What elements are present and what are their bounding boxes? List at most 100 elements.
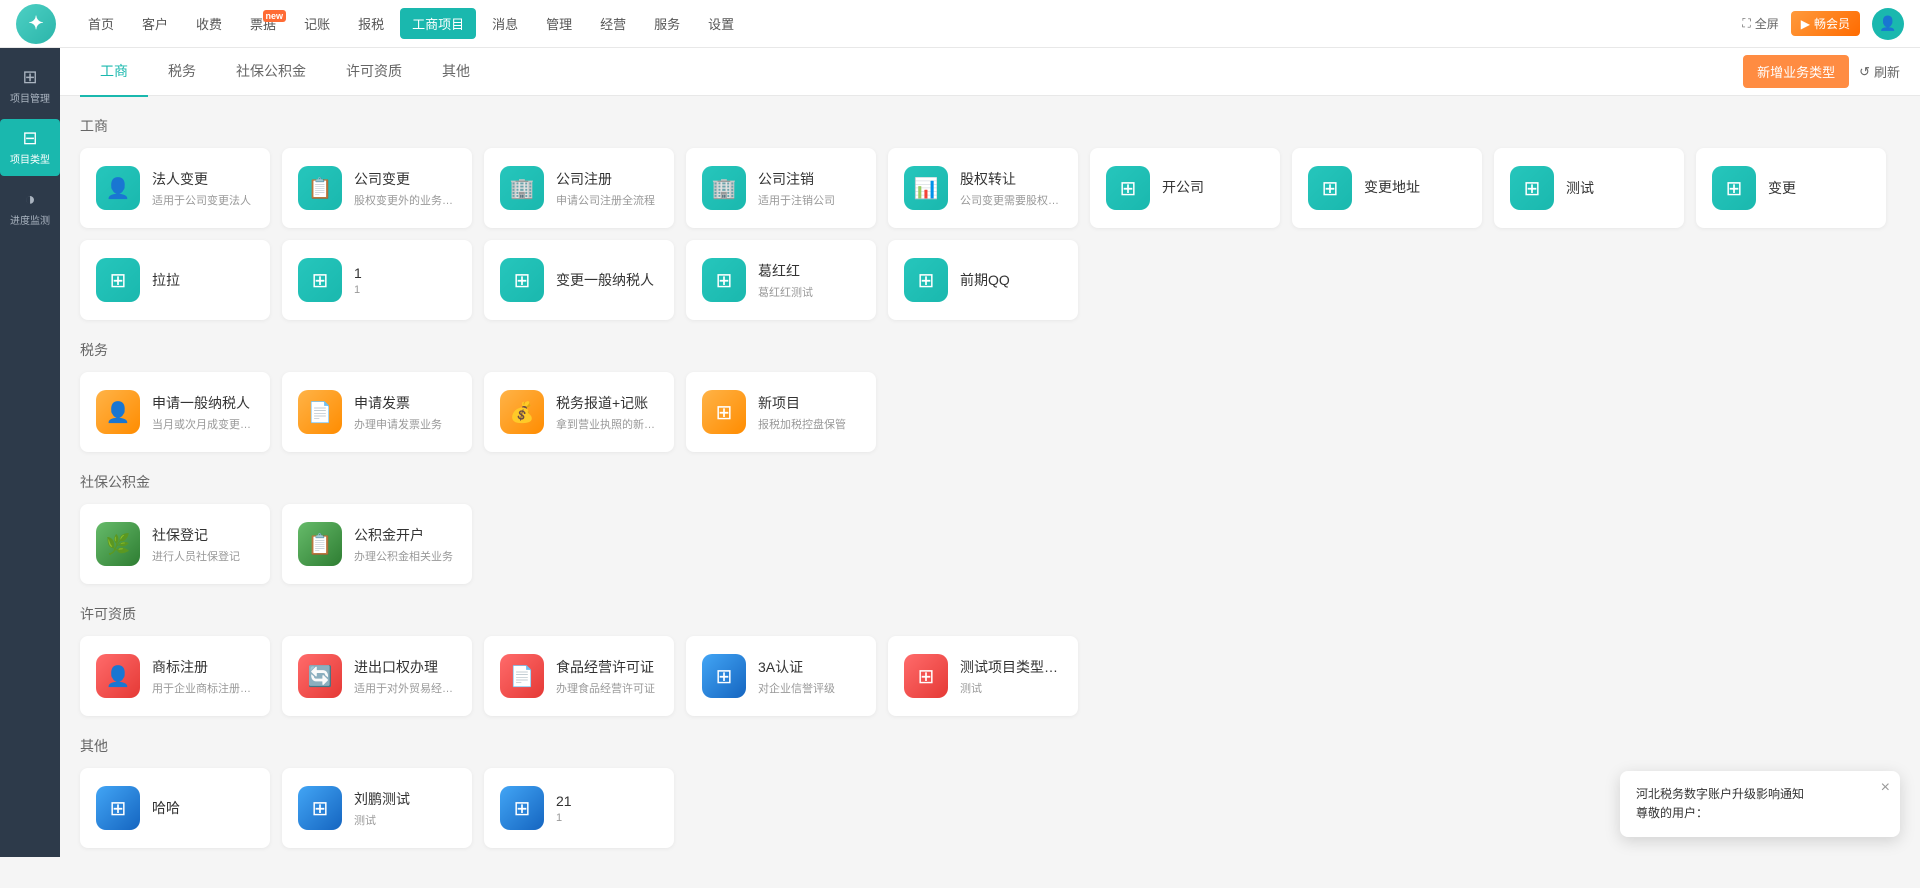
card-desc-trademark: 用于企业商标注册服务	[152, 680, 254, 696]
nav-accounts[interactable]: 记账	[292, 8, 342, 39]
project-manage-icon: ⊞	[22, 68, 37, 86]
card-icon-3a-cert: ⊞	[702, 654, 746, 698]
card-3a-cert[interactable]: ⊞ 3A认证 对企业信誉评级	[686, 636, 876, 716]
project-type-icon: ⊟	[22, 129, 37, 147]
card-icon-change-taxpayer: ⊞	[500, 258, 544, 302]
card-name-tax-report-account: 税务报道+记账	[556, 393, 658, 413]
card-name-trademark: 商标注册	[152, 657, 254, 677]
toast-close-button[interactable]: ×	[1881, 779, 1890, 797]
card-company-change[interactable]: 📋 公司变更 股权变更外的业务变更	[282, 148, 472, 228]
card-icon-haha: ⊞	[96, 786, 140, 830]
section-shuiwu-title: 税务	[80, 340, 1900, 360]
sidebar-item-label: 进度监测	[10, 212, 50, 227]
card-change1[interactable]: ⊞ 变更	[1696, 148, 1886, 228]
card-name-food-license: 食品经营许可证	[556, 657, 658, 677]
card-name-import-export: 进出口权办理	[354, 657, 456, 677]
card-icon-test1: ⊞	[1510, 166, 1554, 210]
nav-tax[interactable]: 报税	[346, 8, 396, 39]
card-name-lala: 拉拉	[152, 270, 254, 290]
sidebar-item-project-manage[interactable]: ⊞ 项目管理	[0, 58, 60, 115]
card-name-pre-qq: 前期QQ	[960, 270, 1062, 290]
card-haha[interactable]: ⊞ 哈哈	[80, 768, 270, 848]
card-company-register[interactable]: 🏢 公司注册 申请公司注册全流程	[484, 148, 674, 228]
card-test-type-def[interactable]: ⊞ 测试项目类型目定义 测试	[888, 636, 1078, 716]
refresh-icon: ↺	[1859, 64, 1870, 80]
fullscreen-btn[interactable]: ⛶ 全屏	[1742, 15, 1778, 32]
section-gongshang: 工商 👤 法人变更 适用于公司变更法人 📋 公司变更 股权变更外的业务变更	[80, 116, 1900, 320]
tab-shebao[interactable]: 社保公积金	[216, 47, 326, 97]
card-liupeng-test[interactable]: ⊞ 刘鹏测试 测试	[282, 768, 472, 848]
sub-tabs: 工商 税务 社保公积金 许可资质 其他	[80, 47, 490, 97]
card-desc-one: 1	[354, 284, 456, 296]
card-icon-liupeng-test: ⊞	[298, 786, 342, 830]
card-icon-one: ⊞	[298, 258, 342, 302]
nav-clients[interactable]: 客户	[130, 8, 180, 39]
card-name-3a-cert: 3A认证	[758, 657, 860, 677]
card-equity-transfer[interactable]: 📊 股权转让 公司变更需要股权转让	[888, 148, 1078, 228]
card-test1[interactable]: ⊞ 测试	[1494, 148, 1684, 228]
nav-manage[interactable]: 管理	[534, 8, 584, 39]
card-name-apply-invoice: 申请发票	[354, 393, 456, 413]
card-company-cancel[interactable]: 🏢 公司注销 适用于注销公司	[686, 148, 876, 228]
vip-button[interactable]: ▶ 畅会员	[1791, 11, 1860, 36]
user-avatar[interactable]: 👤	[1872, 8, 1904, 40]
sidebar-item-progress-monitor[interactable]: ◑ 进度监测	[0, 180, 60, 237]
add-type-button[interactable]: 新增业务类型	[1743, 55, 1849, 88]
shuiwu-cards: 👤 申请一般纳税人 当月或次月成变更完成 📄 申请发票 办理申请发票业务 💰	[80, 372, 1900, 452]
sub-tabs-bar: 工商 税务 社保公积金 许可资质 其他 新增业务类型 ↺ 刷新	[60, 48, 1920, 96]
nav-home[interactable]: 首页	[76, 8, 126, 39]
tab-qita[interactable]: 其他	[422, 47, 490, 97]
tab-shuiwu[interactable]: 税务	[148, 47, 216, 97]
section-xuke-title: 许可资质	[80, 604, 1900, 624]
sidebar-item-project-type[interactable]: ⊟ 项目类型	[0, 119, 60, 176]
card-provident-fund[interactable]: 📋 公积金开户 办理公积金相关业务	[282, 504, 472, 584]
refresh-button[interactable]: ↺ 刷新	[1859, 62, 1900, 81]
vip-icon: ▶	[1801, 17, 1810, 31]
card-apply-invoice[interactable]: 📄 申请发票 办理申请发票业务	[282, 372, 472, 452]
tab-gongshang[interactable]: 工商	[80, 47, 148, 97]
card-new-project[interactable]: ⊞ 新项目 报税加税控盘保管	[686, 372, 876, 452]
card-import-export[interactable]: 🔄 进出口权办理 适用于对外贸易经营者	[282, 636, 472, 716]
nav-settings[interactable]: 设置	[696, 8, 746, 39]
card-change-taxpayer[interactable]: ⊞ 变更一般纳税人	[484, 240, 674, 320]
card-ge-honghong[interactable]: ⊞ 葛红红 葛红红测试	[686, 240, 876, 320]
nav-services[interactable]: 服务	[642, 8, 692, 39]
nav-operations[interactable]: 经营	[588, 8, 638, 39]
section-shebao-title: 社保公积金	[80, 472, 1900, 492]
card-icon-change1: ⊞	[1712, 166, 1756, 210]
card-icon-company-register: 🏢	[500, 166, 544, 210]
card-name-change-address: 变更地址	[1364, 177, 1466, 197]
card-one[interactable]: ⊞ 1 1	[282, 240, 472, 320]
nav-items: 首页 客户 收费 票据 new 记账 报税 工商项目 消息 管理 经营 服务 设…	[76, 8, 1742, 39]
card-name-new-project: 新项目	[758, 393, 860, 413]
card-pre-qq[interactable]: ⊞ 前期QQ	[888, 240, 1078, 320]
card-icon-ge-honghong: ⊞	[702, 258, 746, 302]
nav-messages[interactable]: 消息	[480, 8, 530, 39]
card-trademark[interactable]: 👤 商标注册 用于企业商标注册服务	[80, 636, 270, 716]
card-social-insurance[interactable]: 🌿 社保登记 进行人员社保登记	[80, 504, 270, 584]
card-name-social-insurance: 社保登记	[152, 525, 254, 545]
card-apply-taxpayer[interactable]: 👤 申请一般纳税人 当月或次月成变更完成	[80, 372, 270, 452]
card-legal-change[interactable]: 👤 法人变更 适用于公司变更法人	[80, 148, 270, 228]
card-desc-equity-transfer: 公司变更需要股权转让	[960, 192, 1062, 208]
card-open-company[interactable]: ⊞ 开公司	[1090, 148, 1280, 228]
toast-title: 河北税务数字账户升级影响通知	[1636, 785, 1884, 804]
card-desc-legal-change: 适用于公司变更法人	[152, 192, 254, 208]
tab-xuke[interactable]: 许可资质	[326, 47, 422, 97]
card-tax-report-account[interactable]: 💰 税务报道+记账 拿到营业执照的新公司	[484, 372, 674, 452]
section-gongshang-title: 工商	[80, 116, 1900, 136]
card-icon-new-project: ⊞	[702, 390, 746, 434]
card-desc-ge-honghong: 葛红红测试	[758, 284, 860, 300]
card-lala[interactable]: ⊞ 拉拉	[80, 240, 270, 320]
card-name-haha: 哈哈	[152, 798, 254, 818]
card-desc-food-license: 办理食品经营许可证	[556, 680, 658, 696]
nav-billing[interactable]: 收费	[184, 8, 234, 39]
card-food-license[interactable]: 📄 食品经营许可证 办理食品经营许可证	[484, 636, 674, 716]
logo-icon: ✦	[28, 13, 43, 34]
nav-tickets[interactable]: 票据 new	[238, 8, 288, 39]
nav-industry[interactable]: 工商项目	[400, 8, 476, 39]
section-xuke: 许可资质 👤 商标注册 用于企业商标注册服务 🔄 进出口权办理 适用于对外贸易经…	[80, 604, 1900, 716]
sub-tabs-actions: 新增业务类型 ↺ 刷新	[1743, 55, 1900, 88]
card-change-address[interactable]: ⊞ 变更地址	[1292, 148, 1482, 228]
card-twentyone[interactable]: ⊞ 21 1	[484, 768, 674, 848]
